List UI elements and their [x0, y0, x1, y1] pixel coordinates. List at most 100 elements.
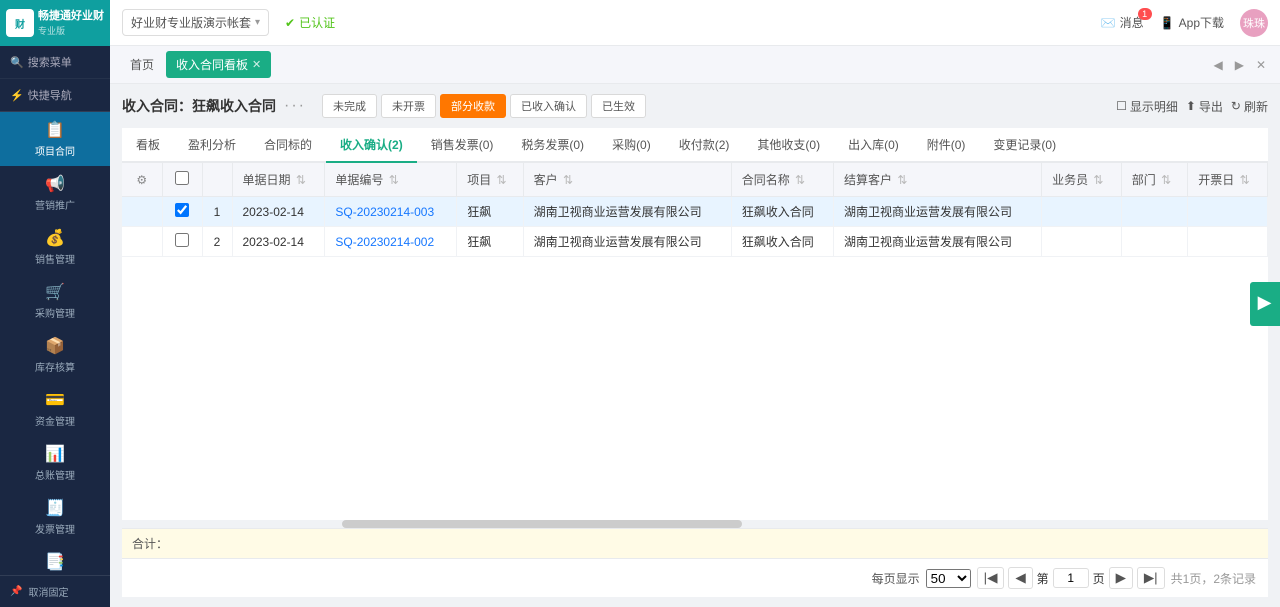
logo-icon: 财 — [6, 9, 34, 37]
table-row[interactable]: 2 2023-02-14 SQ-20230214-002 狂飙 湖南卫视商业运营… — [122, 227, 1268, 257]
th-project[interactable]: 项目 ⇅ — [457, 163, 523, 197]
tab-close-all-button[interactable]: ✕ — [1252, 56, 1270, 74]
tab-purchase[interactable]: 采购(0) — [598, 128, 665, 163]
tab-prev-button[interactable]: ◀ — [1209, 56, 1226, 74]
sidebar-item-marketing[interactable]: 📢 营销推广 — [0, 166, 110, 220]
th-date-label: 单据日期 — [243, 173, 291, 187]
sidebar-item-purchase[interactable]: 🛒 采购管理 — [0, 274, 110, 328]
th-dept[interactable]: 部门 ⇅ — [1121, 163, 1187, 197]
sidebar-item-capital[interactable]: 💳 资金管理 — [0, 382, 110, 436]
sidebar-item-sales[interactable]: 💰 销售管理 — [0, 220, 110, 274]
th-invoice-date[interactable]: 开票日 ⇅ — [1188, 163, 1268, 197]
row-select-checkbox-1[interactable] — [175, 233, 189, 247]
th-contract[interactable]: 合同名称 ⇅ — [731, 163, 833, 197]
company-selector[interactable]: 好业财专业版演示帐套 ▾ — [122, 9, 269, 36]
pagination-nav: |◀ ◀ 第 页 ▶ ▶| — [977, 567, 1165, 589]
quick-nav[interactable]: ⚡ 快捷导航 — [0, 79, 110, 112]
row-checkbox-1[interactable] — [162, 227, 202, 257]
th-gear[interactable]: ⚙ — [122, 163, 162, 197]
row-checkbox-0[interactable] — [162, 197, 202, 227]
tab-changes[interactable]: 变更记录(0) — [979, 128, 1070, 163]
row-gear-1 — [122, 227, 162, 257]
message-button[interactable]: ✉️ 消息 1 — [1101, 14, 1144, 31]
th-invoice-date-label: 开票日 — [1198, 173, 1234, 187]
app-label: App下载 — [1179, 14, 1224, 31]
row-code-0[interactable]: SQ-20230214-003 — [325, 197, 457, 227]
scrollbar-thumb[interactable] — [342, 520, 742, 528]
data-table: ⚙ 单据日期 ⇅ 单据编号 ⇅ — [122, 163, 1268, 257]
sidebar-item-project[interactable]: 📋 项目合同 — [0, 112, 110, 166]
th-customer[interactable]: 客户 ⇅ — [523, 163, 731, 197]
page-input[interactable] — [1053, 568, 1089, 588]
th-salesperson-label: 业务员 — [1052, 173, 1088, 187]
th-code[interactable]: 单据编号 ⇅ — [325, 163, 457, 197]
th-checkbox[interactable] — [162, 163, 202, 197]
home-tab[interactable]: 首页 — [120, 50, 164, 79]
next-page-button[interactable]: ▶ — [1109, 567, 1133, 589]
tab-revenue[interactable]: 收入确认(2) — [326, 128, 417, 163]
tab-other[interactable]: 其他收支(0) — [743, 128, 834, 163]
status-effective[interactable]: 已生效 — [591, 94, 646, 118]
last-page-button[interactable]: ▶| — [1137, 567, 1165, 589]
tab-payment[interactable]: 收付款(2) — [665, 128, 744, 163]
unpin-label: 取消固定 — [28, 584, 68, 599]
tab-kanban[interactable]: 看板 — [122, 128, 174, 163]
row-date-0: 2023-02-14 — [232, 197, 325, 227]
sales-icon: 💰 — [45, 228, 65, 248]
per-page-select[interactable]: 50 100 200 — [926, 569, 971, 588]
sidebar-item-project-label: 项目合同 — [35, 143, 75, 158]
row-customer-1: 湖南卫视商业运营发展有限公司 — [523, 227, 731, 257]
app-download-button[interactable]: 📱 App下载 — [1160, 14, 1224, 31]
side-action-button[interactable]: ▶ — [1250, 282, 1280, 326]
tab-next-button[interactable]: ▶ — [1231, 56, 1248, 74]
sort-date-icon: ⇅ — [296, 173, 306, 187]
tab-tax-invoice[interactable]: 税务发票(0) — [507, 128, 598, 163]
sidebar-item-invoice[interactable]: 🧾 发票管理 — [0, 490, 110, 544]
status-confirmed[interactable]: 已收入确认 — [510, 94, 587, 118]
sidebar-item-tax[interactable]: 📑 税务管理 — [0, 544, 110, 575]
horizontal-scrollbar[interactable] — [122, 520, 1268, 528]
sidebar-item-purchase-label: 采购管理 — [35, 305, 75, 320]
status-uninvoiced[interactable]: 未开票 — [381, 94, 436, 118]
table-row[interactable]: 1 2023-02-14 SQ-20230214-003 狂飙 湖南卫视商业运营… — [122, 197, 1268, 227]
select-all-checkbox[interactable] — [175, 171, 189, 185]
sort-code-icon: ⇅ — [389, 173, 399, 187]
quicknav-label: 快捷导航 — [28, 87, 72, 103]
main-area: 好业财专业版演示帐套 ▾ ✔ 已认证 ✉️ 消息 1 📱 App下载 珠珠 首页 — [110, 0, 1280, 607]
th-settle[interactable]: 结算客户 ⇅ — [834, 163, 1042, 197]
export-button[interactable]: ⬆ 导出 — [1186, 98, 1223, 115]
refresh-button[interactable]: ↻ 刷新 — [1231, 98, 1268, 115]
sort-dept-icon: ⇅ — [1161, 173, 1171, 187]
th-date[interactable]: 单据日期 ⇅ — [232, 163, 325, 197]
first-page-button[interactable]: |◀ — [977, 567, 1005, 589]
tab-sales-invoice[interactable]: 销售发票(0) — [417, 128, 508, 163]
sidebar-item-total[interactable]: 📊 总账管理 — [0, 436, 110, 490]
tab-subject[interactable]: 合同标的 — [250, 128, 326, 163]
status-incomplete[interactable]: 未完成 — [322, 94, 377, 118]
company-name: 好业财专业版演示帐套 — [131, 14, 251, 31]
row-select-checkbox-0[interactable] — [175, 203, 189, 217]
tab-warehouse[interactable]: 出入库(0) — [834, 128, 913, 163]
active-tab[interactable]: 收入合同看板 ✕ — [166, 51, 271, 78]
more-button[interactable]: ··· — [284, 97, 306, 115]
show-detail-label: 显示明细 — [1130, 98, 1178, 115]
th-salesperson[interactable]: 业务员 ⇅ — [1042, 163, 1122, 197]
message-badge: 1 — [1138, 8, 1152, 20]
row-code-1[interactable]: SQ-20230214-002 — [325, 227, 457, 257]
purchase-icon: 🛒 — [45, 282, 65, 302]
prev-page-button[interactable]: ◀ — [1008, 567, 1032, 589]
row-code-link-0[interactable]: SQ-20230214-003 — [335, 205, 434, 219]
show-detail-button[interactable]: ☐ 显示明细 — [1116, 98, 1178, 115]
tab-profit[interactable]: 盈利分析 — [174, 128, 250, 163]
row-code-link-1[interactable]: SQ-20230214-002 — [335, 235, 434, 249]
sidebar-item-inventory[interactable]: 📦 库存核算 — [0, 328, 110, 382]
user-avatar[interactable]: 珠珠 — [1240, 9, 1268, 37]
row-project-0: 狂飙 — [457, 197, 523, 227]
tab-attachment[interactable]: 附件(0) — [913, 128, 980, 163]
unpin-button[interactable]: 📌 取消固定 — [0, 576, 110, 607]
gear-icon[interactable]: ⚙ — [136, 173, 147, 187]
search-menu[interactable]: 🔍 搜索菜单 — [0, 46, 110, 79]
close-tab-button[interactable]: ✕ — [252, 58, 261, 71]
sort-settle-icon: ⇅ — [897, 173, 907, 187]
status-partial-payment[interactable]: 部分收款 — [440, 94, 506, 118]
